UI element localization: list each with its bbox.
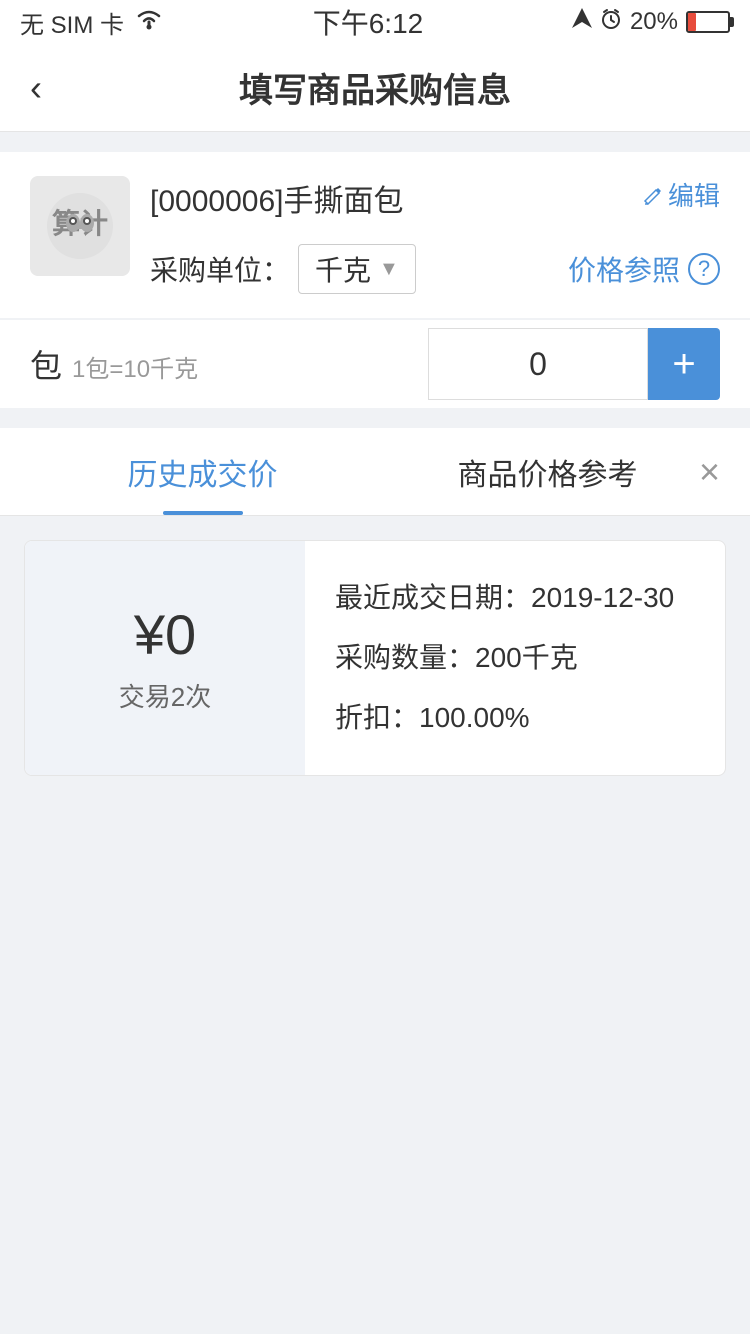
unit-value: 千克: [315, 249, 371, 289]
quantity-unit: 包: [30, 341, 62, 387]
edit-icon: [642, 184, 664, 206]
currency-symbol: ¥: [134, 603, 165, 666]
gps-icon: [572, 8, 592, 37]
tab-close-button[interactable]: ×: [689, 441, 730, 503]
alarm-icon: [600, 8, 622, 37]
last-deal-date-row: 最近成交日期：2019-12-30: [335, 577, 695, 619]
edit-button[interactable]: 编辑: [642, 176, 720, 213]
product-thumbnail: 算计: [30, 176, 130, 276]
purchase-qty-label: 采购数量：: [335, 642, 475, 673]
quantity-plus-button[interactable]: +: [648, 328, 720, 400]
status-left: 无 SIM 卡: [20, 5, 164, 40]
product-info: [0000006]手撕面包 编辑 采购单位： 千克 ▼: [150, 176, 720, 294]
page-title: 填写商品采购信息: [239, 63, 511, 112]
battery-percentage: 20%: [630, 8, 678, 36]
purchase-unit-row: 采购单位： 千克 ▼ 价格参照 ?: [150, 244, 720, 294]
quantity-section: 包 1包=10千克 0 +: [0, 320, 750, 408]
plus-icon: +: [672, 342, 695, 387]
tab-active-indicator: [163, 511, 243, 515]
purchase-qty-row: 采购数量：200千克: [335, 637, 695, 679]
history-detail-right: 最近成交日期：2019-12-30 采购数量：200千克 折扣：100.00%: [305, 541, 725, 775]
product-card: 算计 [0000006]手撕面包: [0, 152, 750, 318]
product-name-row: [0000006]手撕面包 编辑: [150, 176, 720, 220]
product-full-name: [0000006]手撕面包: [150, 176, 403, 220]
battery-icon: [686, 11, 730, 33]
history-price-left: ¥0 交易2次: [25, 541, 305, 775]
last-deal-label: 最近成交日期：: [335, 582, 531, 613]
chevron-down-icon: ▼: [379, 258, 399, 281]
content-area: ¥0 交易2次 最近成交日期：2019-12-30 采购数量：200千克 折扣：…: [0, 540, 750, 1140]
price-reference-button[interactable]: 价格参照 ?: [568, 249, 720, 289]
product-header: 算计 [0000006]手撕面包: [30, 176, 720, 294]
quantity-value: 0: [529, 346, 547, 383]
tab-history-price[interactable]: 历史成交价: [30, 428, 375, 515]
tab-history-label: 历史成交价: [128, 450, 278, 494]
unit-selector-group: 采购单位： 千克 ▼: [150, 244, 416, 294]
network-label: 无 SIM 卡: [20, 5, 124, 40]
time-display: 下午6:12: [313, 2, 424, 42]
status-bar: 无 SIM 卡 下午6:12 20%: [0, 0, 750, 44]
unit-label: 采购单位：: [150, 249, 290, 289]
history-price-display: ¥0: [134, 602, 196, 667]
edit-label: 编辑: [668, 176, 720, 213]
tab-product-price[interactable]: 商品价格参考: [375, 428, 720, 515]
purchase-qty-value: 200千克: [475, 642, 578, 673]
discount-label: 折扣：: [335, 702, 419, 733]
last-deal-date: 2019-12-30: [531, 582, 674, 613]
unit-select-dropdown[interactable]: 千克 ▼: [298, 244, 416, 294]
back-button[interactable]: ‹: [30, 67, 42, 109]
product-image: 算计: [45, 191, 115, 261]
wifi-icon: [134, 8, 164, 37]
nav-bar: ‹ 填写商品采购信息: [0, 44, 750, 132]
history-price-card: ¥0 交易2次 最近成交日期：2019-12-30 采购数量：200千克 折扣：…: [24, 540, 726, 776]
quantity-label-group: 包 1包=10千克: [30, 341, 198, 387]
quantity-input[interactable]: 0: [428, 328, 648, 400]
quantity-conversion: 1包=10千克: [72, 349, 198, 384]
tab-product-label: 商品价格参考: [458, 450, 638, 494]
quantity-controls: 0 +: [428, 328, 720, 400]
price-value: 0: [165, 603, 196, 666]
price-ref-label: 价格参照: [568, 249, 680, 289]
discount-value: 100.00%: [419, 702, 530, 733]
help-symbol: ?: [698, 256, 710, 282]
tabs-section: 历史成交价 商品价格参考 ×: [0, 428, 750, 516]
status-right: 20%: [572, 8, 730, 37]
help-icon: ?: [688, 253, 720, 285]
trade-count: 交易2次: [119, 677, 211, 714]
discount-row: 折扣：100.00%: [335, 697, 695, 739]
